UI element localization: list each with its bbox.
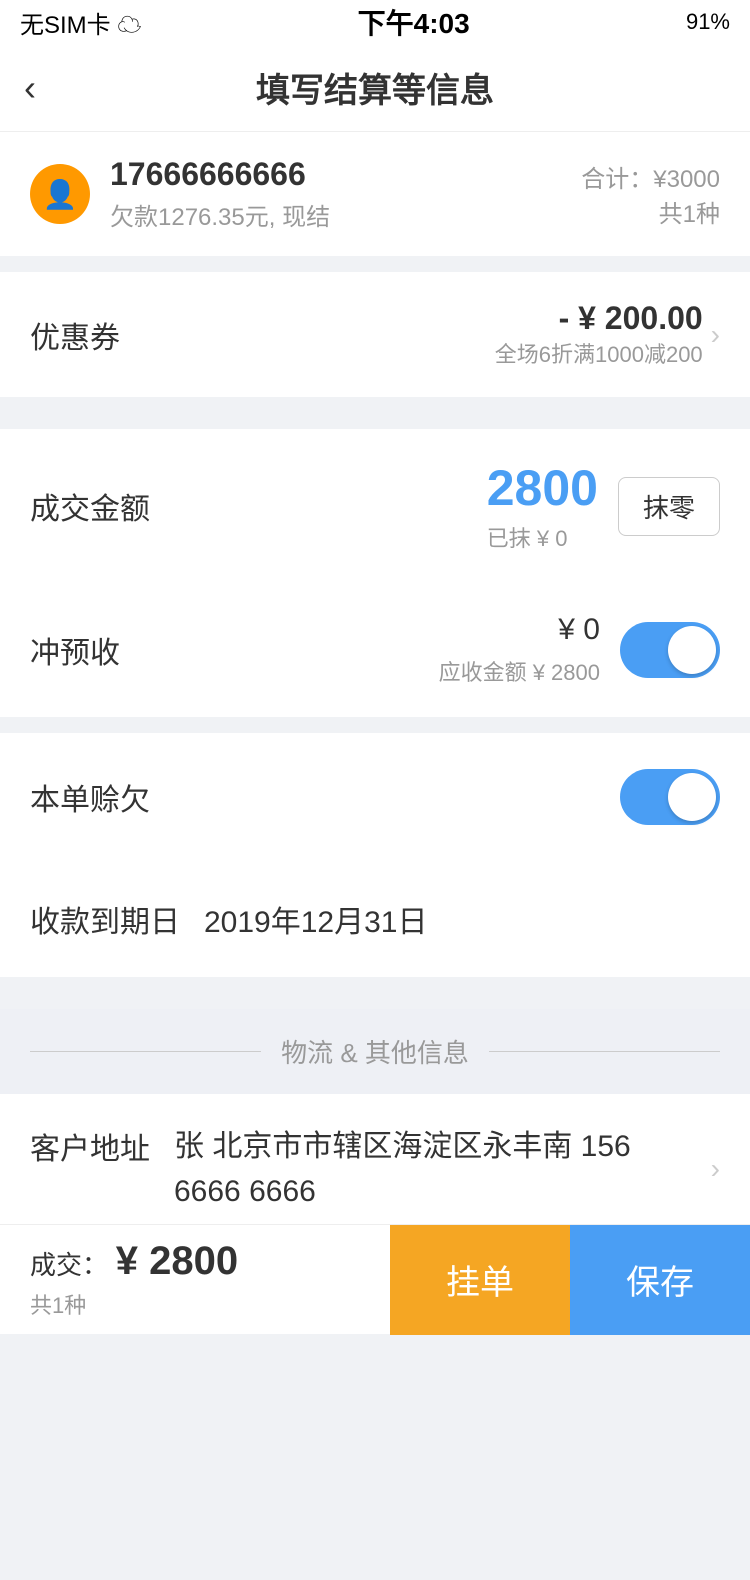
- page-title: 填写结算等信息: [256, 63, 494, 112]
- duedate-label: 收款到期日: [30, 897, 180, 941]
- divider-1: [0, 413, 750, 429]
- customer-count: 共1种: [581, 194, 720, 229]
- content-area: 👤 17666666666 欠款1276.35元, 现结 合计：¥3000 共1…: [0, 132, 750, 1580]
- divider-3: [0, 993, 750, 1009]
- bottom-deal-line: 成交： ¥ 2800: [30, 1239, 360, 1284]
- chongyu-toggle[interactable]: [620, 622, 720, 678]
- chongyu-label: 冲预收: [30, 628, 120, 672]
- status-bar: 无SIM卡 ☁ 下午4:03 91%: [0, 0, 750, 44]
- coupon-label: 优惠券: [30, 313, 120, 357]
- customer-subtext: 欠款1276.35元, 现结: [110, 197, 330, 232]
- amount-value: 2800: [487, 459, 598, 517]
- logistics-line-left: [30, 1051, 261, 1052]
- address-value: 张 北京市市辖区海淀区永丰南 156 6666 6666: [174, 1124, 687, 1214]
- battery-icon: 91%: [686, 9, 730, 35]
- duedate-value: 2019年12月31日: [204, 897, 427, 941]
- customer-info: 17666666666 欠款1276.35元, 现结: [110, 156, 330, 232]
- address-row[interactable]: 客户地址 张 北京市市辖区海淀区永丰南 156 6666 6666 ›: [30, 1094, 720, 1244]
- bensingle-toggle[interactable]: [620, 769, 720, 825]
- coupon-desc: 全场6折满1000减200: [495, 337, 703, 369]
- avatar: 👤: [30, 164, 90, 224]
- customer-phone: 17666666666: [110, 156, 330, 193]
- customer-row: 👤 17666666666 欠款1276.35元, 现结 合计：¥3000 共1…: [0, 132, 750, 256]
- round-zero-button[interactable]: 抹零: [618, 477, 720, 536]
- already-offset: 已抹 ¥ 0: [487, 521, 598, 553]
- bottom-count: 共1种: [30, 1288, 360, 1320]
- coupon-value-block: - ¥ 200.00 全场6折满1000减200: [495, 300, 703, 369]
- logistics-line-right: [489, 1051, 720, 1052]
- chongyu-value-block: ¥ 0 应收金额 ¥ 2800: [439, 613, 600, 687]
- bensingle-section: 本单赊欠: [0, 733, 750, 861]
- logistics-text: 物流 & 其他信息: [281, 1033, 469, 1070]
- divider-2: [0, 717, 750, 733]
- amount-row: 成交金额 2800 已抹 ¥ 0 抹零: [30, 429, 720, 583]
- logistics-header: 物流 & 其他信息: [0, 1009, 750, 1094]
- coupon-right: - ¥ 200.00 全场6折满1000减200 ›: [495, 300, 720, 369]
- amount-right: 2800 已抹 ¥ 0 抹零: [487, 459, 720, 553]
- address-label: 客户地址: [30, 1124, 150, 1168]
- status-left: 无SIM卡 ☁: [20, 5, 141, 40]
- coupon-row[interactable]: 优惠券 - ¥ 200.00 全场6折满1000减200 ›: [0, 272, 750, 397]
- chongyu-right: ¥ 0 应收金额 ¥ 2800: [439, 613, 720, 687]
- chongyu-row: 冲预收 ¥ 0 应收金额 ¥ 2800: [30, 583, 720, 717]
- chongyu-section: 冲预收 ¥ 0 应收金额 ¥ 2800: [0, 583, 750, 717]
- duedate-row: 收款到期日 2019年12月31日: [30, 861, 720, 977]
- status-time: 下午4:03: [358, 2, 470, 42]
- back-button[interactable]: ‹: [24, 67, 36, 109]
- address-section: 客户地址 张 北京市市辖区海淀区永丰南 156 6666 6666 ›: [0, 1094, 750, 1244]
- save-button[interactable]: 保存: [570, 1225, 750, 1335]
- customer-total: 合计：¥3000 共1种: [581, 159, 720, 229]
- total-label: 合计：¥3000: [581, 159, 720, 194]
- chongyu-sub: 应收金额 ¥ 2800: [439, 655, 600, 687]
- hang-button[interactable]: 挂单: [390, 1225, 570, 1335]
- address-chevron-icon: ›: [711, 1153, 720, 1185]
- bottom-deal-label: 成交：: [30, 1250, 108, 1280]
- bensingle-label: 本单赊欠: [30, 775, 150, 819]
- customer-left: 👤 17666666666 欠款1276.35元, 现结: [30, 156, 330, 232]
- chongyu-value: ¥ 0: [558, 613, 600, 647]
- bottom-bar: 成交： ¥ 2800 共1种 挂单 保存: [0, 1224, 750, 1334]
- duedate-section: 收款到期日 2019年12月31日: [0, 861, 750, 977]
- bottom-info: 成交： ¥ 2800 共1种: [0, 1239, 390, 1320]
- status-right: 91%: [686, 9, 730, 35]
- coupon-discount: - ¥ 200.00: [495, 300, 703, 337]
- amount-value-block: 2800 已抹 ¥ 0: [487, 459, 598, 553]
- coupon-chevron-icon: ›: [711, 319, 720, 351]
- nav-bar: ‹ 填写结算等信息: [0, 44, 750, 132]
- amount-label: 成交金额: [30, 484, 150, 528]
- bottom-deal-amount: ¥ 2800: [116, 1239, 238, 1283]
- amount-section: 成交金额 2800 已抹 ¥ 0 抹零: [0, 429, 750, 583]
- sim-status: 无SIM卡 ☁: [20, 5, 141, 40]
- bensingle-row: 本单赊欠: [30, 733, 720, 861]
